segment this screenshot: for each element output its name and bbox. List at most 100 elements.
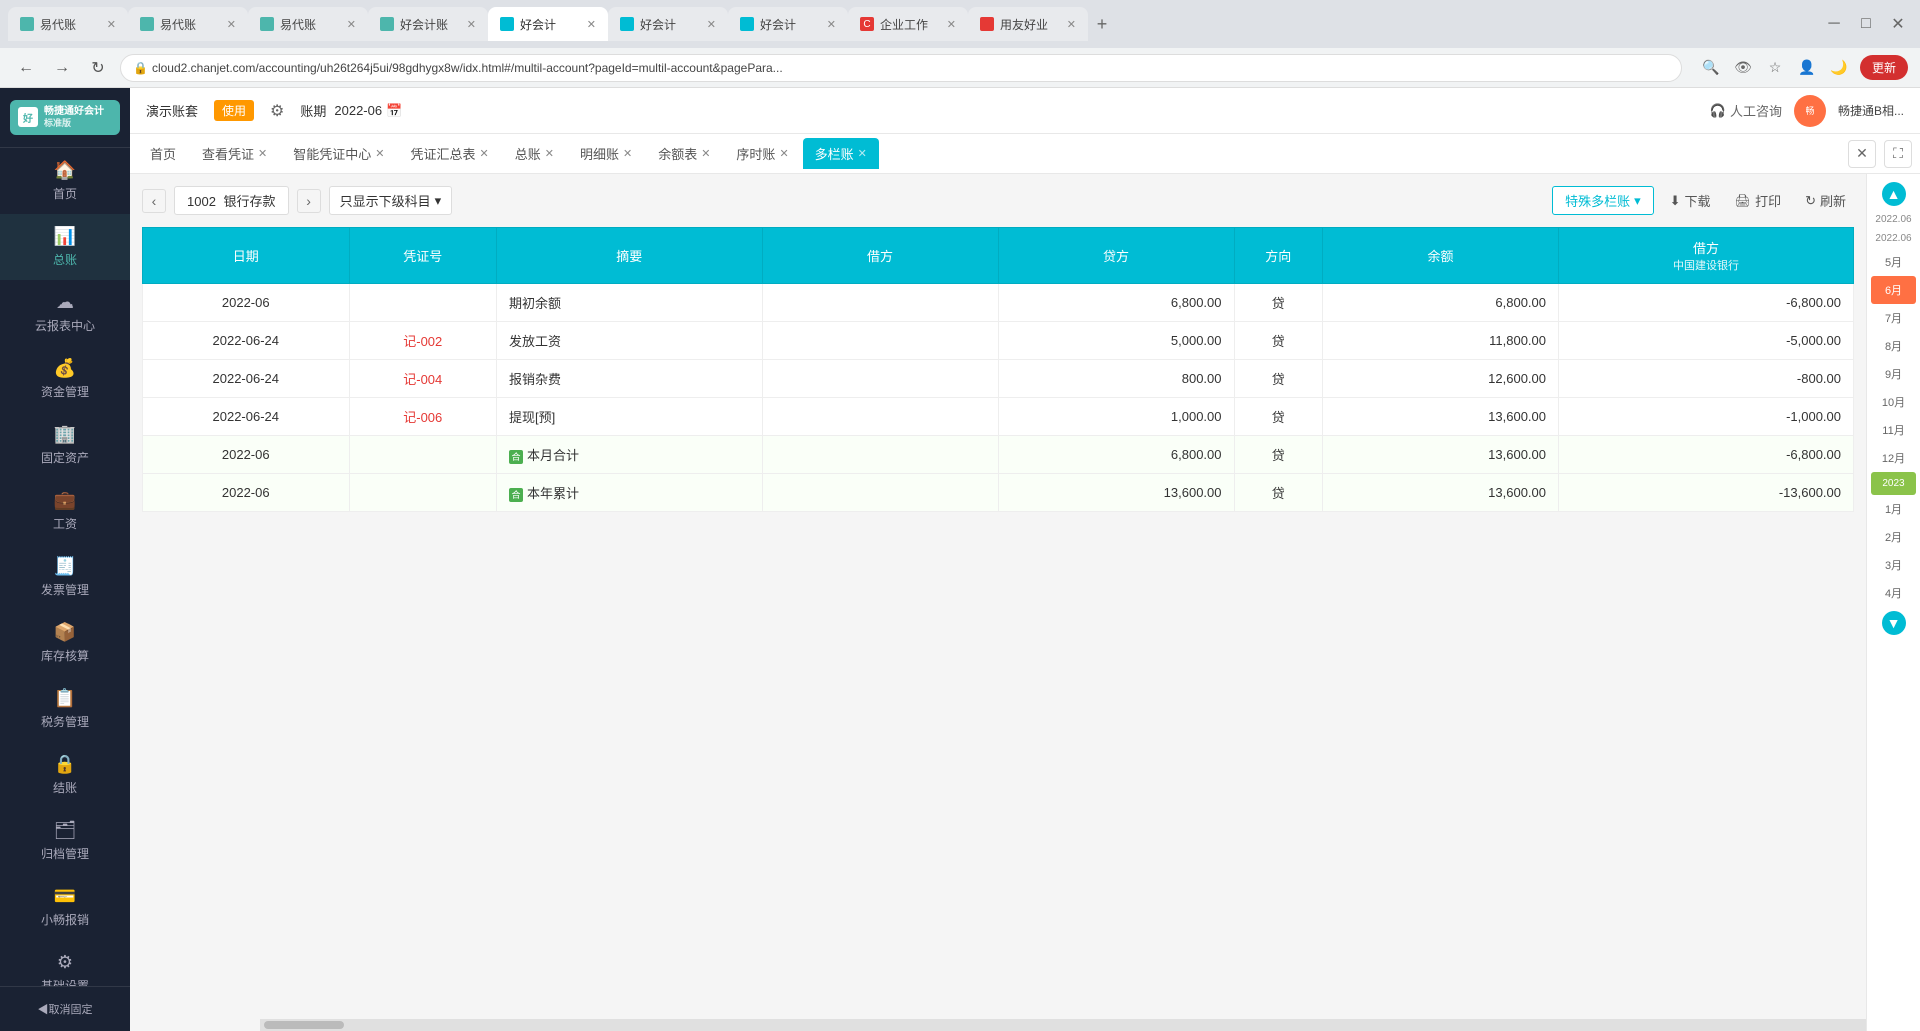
- nav-tab-close-smart-voucher[interactable]: ✕: [375, 147, 384, 160]
- forward-button[interactable]: →: [48, 54, 76, 82]
- sidebar-item-tax[interactable]: 📋 税务管理: [0, 676, 130, 742]
- bookmark-icon[interactable]: ☆: [1762, 55, 1788, 81]
- sidebar-item-ledger[interactable]: 📊 总账: [0, 214, 130, 280]
- sidebar-item-expense[interactable]: 💳 小畅报销: [0, 874, 130, 940]
- expand-panel-button[interactable]: ⛶: [1884, 140, 1912, 168]
- nav-tab-close-multi-col[interactable]: ✕: [858, 147, 867, 160]
- tab-close-8[interactable]: ✕: [947, 18, 956, 31]
- prev-account-button[interactable]: ‹: [142, 189, 166, 213]
- nav-tab-voucher-summary[interactable]: 凭证汇总表 ✕: [398, 138, 500, 169]
- tab-close-6[interactable]: ✕: [707, 18, 716, 31]
- filter-button[interactable]: 只显示下级科目 ▾: [329, 186, 453, 215]
- topbar-settings-icon[interactable]: ⚙: [270, 101, 284, 121]
- browser-tab-5-active[interactable]: 好会计 ✕: [488, 7, 608, 41]
- demo-badge[interactable]: 使用: [214, 100, 254, 121]
- update-button[interactable]: 更新: [1860, 55, 1908, 80]
- tab-close-9[interactable]: ✕: [1067, 18, 1076, 31]
- cell-voucher-3[interactable]: 记-006: [349, 398, 497, 436]
- browser-tab-3[interactable]: 易代账 ✕: [248, 7, 368, 41]
- search-icon[interactable]: 🔍: [1698, 55, 1724, 81]
- multi-col-button[interactable]: 特殊多栏账 ▾: [1552, 186, 1654, 215]
- tab-close-2[interactable]: ✕: [227, 18, 236, 31]
- browser-tab-9[interactable]: 用友好业 ✕: [968, 7, 1088, 41]
- back-button[interactable]: ←: [12, 54, 40, 82]
- timeline-month-4-2023[interactable]: 4月: [1867, 579, 1920, 607]
- privacy-icon[interactable]: 👁: [1730, 55, 1756, 81]
- browser-tab-2[interactable]: 易代账 ✕: [128, 7, 248, 41]
- user-avatar[interactable]: 畅: [1794, 95, 1826, 127]
- sidebar-item-funds[interactable]: 💰 资金管理: [0, 346, 130, 412]
- timeline-month-5[interactable]: 5月: [1867, 248, 1920, 276]
- sidebar-item-assets[interactable]: 🏢 固定资产: [0, 412, 130, 478]
- timeline-month-8[interactable]: 8月: [1867, 332, 1920, 360]
- cell-voucher-1[interactable]: 记-002: [349, 322, 497, 360]
- sidebar-item-home[interactable]: 🏠 首页: [0, 148, 130, 214]
- unpin-button[interactable]: ◀取消固定: [8, 995, 122, 1023]
- cell-extra-4: -6,800.00: [1559, 436, 1854, 474]
- consult-button[interactable]: 🎧 人工咨询: [1710, 101, 1782, 120]
- nav-tab-close-sequence-ledger[interactable]: ✕: [779, 147, 788, 160]
- url-bar[interactable]: 🔒 cloud2.chanjet.com/accounting/uh26t264…: [120, 54, 1682, 82]
- incognito-icon[interactable]: 🌙: [1826, 55, 1852, 81]
- tab-close-7[interactable]: ✕: [827, 18, 836, 31]
- tab-close-5[interactable]: ✕: [587, 18, 596, 31]
- browser-tab-6[interactable]: 好会计 ✕: [608, 7, 728, 41]
- collapse-panel-button[interactable]: ✕: [1848, 140, 1876, 168]
- download-button[interactable]: ⬇ 下载: [1662, 187, 1719, 214]
- refresh-button[interactable]: ↻ 刷新: [1797, 187, 1854, 214]
- profile-icon[interactable]: 👤: [1794, 55, 1820, 81]
- sidebar-item-salary[interactable]: 💼 工资: [0, 478, 130, 544]
- timeline-down-button[interactable]: ▼: [1882, 611, 1906, 635]
- tab-close-3[interactable]: ✕: [347, 18, 356, 31]
- nav-tab-close-detail-ledger[interactable]: ✕: [623, 147, 632, 160]
- sidebar-item-archive[interactable]: 🗂 归档管理: [0, 808, 130, 874]
- nav-tab-close-general-ledger[interactable]: ✕: [545, 147, 554, 160]
- timeline-up-button[interactable]: ▲: [1882, 182, 1906, 206]
- timeline-month-12[interactable]: 12月: [1867, 444, 1920, 472]
- cell-extra-2: -800.00: [1559, 360, 1854, 398]
- timeline-month-3-2023[interactable]: 3月: [1867, 551, 1920, 579]
- browser-tab-1[interactable]: 易代账 ✕: [8, 7, 128, 41]
- account-selector[interactable]: 1002 银行存款: [174, 186, 289, 215]
- timeline-month-1-2023[interactable]: 1月: [1867, 495, 1920, 523]
- nav-tab-sequence-ledger[interactable]: 序时账 ✕: [724, 138, 800, 169]
- tab-close-1[interactable]: ✕: [107, 18, 116, 31]
- timeline-year-2023-badge[interactable]: 2023: [1871, 472, 1916, 495]
- browser-tab-4[interactable]: 好会计账 ✕: [368, 7, 488, 41]
- timeline-month-2-2023[interactable]: 2月: [1867, 523, 1920, 551]
- browser-tab-8[interactable]: C 企业工作 ✕: [848, 7, 968, 41]
- sidebar-item-close[interactable]: 🔒 结账: [0, 742, 130, 808]
- nav-tab-voucher-view[interactable]: 查看凭证 ✕: [190, 138, 279, 169]
- timeline-month-7[interactable]: 7月: [1867, 304, 1920, 332]
- scroll-thumb[interactable]: [264, 1021, 344, 1029]
- tab-close-4[interactable]: ✕: [467, 18, 476, 31]
- minimize-button[interactable]: ─: [1820, 10, 1848, 38]
- browser-tab-7[interactable]: 好会计 ✕: [728, 7, 848, 41]
- nav-tab-balance[interactable]: 余额表 ✕: [646, 138, 722, 169]
- timeline-month-6[interactable]: 6月: [1871, 276, 1916, 304]
- sidebar-item-reports[interactable]: ☁ 云报表中心: [0, 280, 130, 346]
- sidebar-item-settings[interactable]: ⚙ 基础设置: [0, 940, 130, 986]
- period-calendar-icon[interactable]: 📅: [386, 103, 402, 119]
- horizontal-scrollbar[interactable]: [260, 1019, 1866, 1031]
- timeline-month-9[interactable]: 9月: [1867, 360, 1920, 388]
- nav-tab-home[interactable]: 首页: [138, 138, 188, 169]
- nav-tab-multi-col[interactable]: 多栏账 ✕: [803, 138, 879, 169]
- sidebar-item-inventory[interactable]: 📦 库存核算: [0, 610, 130, 676]
- nav-tab-close-balance[interactable]: ✕: [701, 147, 710, 160]
- nav-tab-detail-ledger[interactable]: 明细账 ✕: [568, 138, 644, 169]
- next-account-button[interactable]: ›: [297, 189, 321, 213]
- timeline-month-11[interactable]: 11月: [1867, 416, 1920, 444]
- maximize-button[interactable]: □: [1852, 10, 1880, 38]
- nav-tab-close-voucher-summary[interactable]: ✕: [480, 147, 489, 160]
- print-button[interactable]: 🖨 打印: [1727, 187, 1790, 214]
- reload-button[interactable]: ↻: [84, 54, 112, 82]
- nav-tab-close-voucher-view[interactable]: ✕: [258, 147, 267, 160]
- close-window-button[interactable]: ✕: [1884, 10, 1912, 38]
- timeline-month-10[interactable]: 10月: [1867, 388, 1920, 416]
- nav-tab-general-ledger[interactable]: 总账 ✕: [503, 138, 566, 169]
- sidebar-item-invoice[interactable]: 🧾 发票管理: [0, 544, 130, 610]
- new-tab-button[interactable]: +: [1088, 10, 1116, 38]
- nav-tab-smart-voucher[interactable]: 智能凭证中心 ✕: [281, 138, 396, 169]
- cell-voucher-2[interactable]: 记-004: [349, 360, 497, 398]
